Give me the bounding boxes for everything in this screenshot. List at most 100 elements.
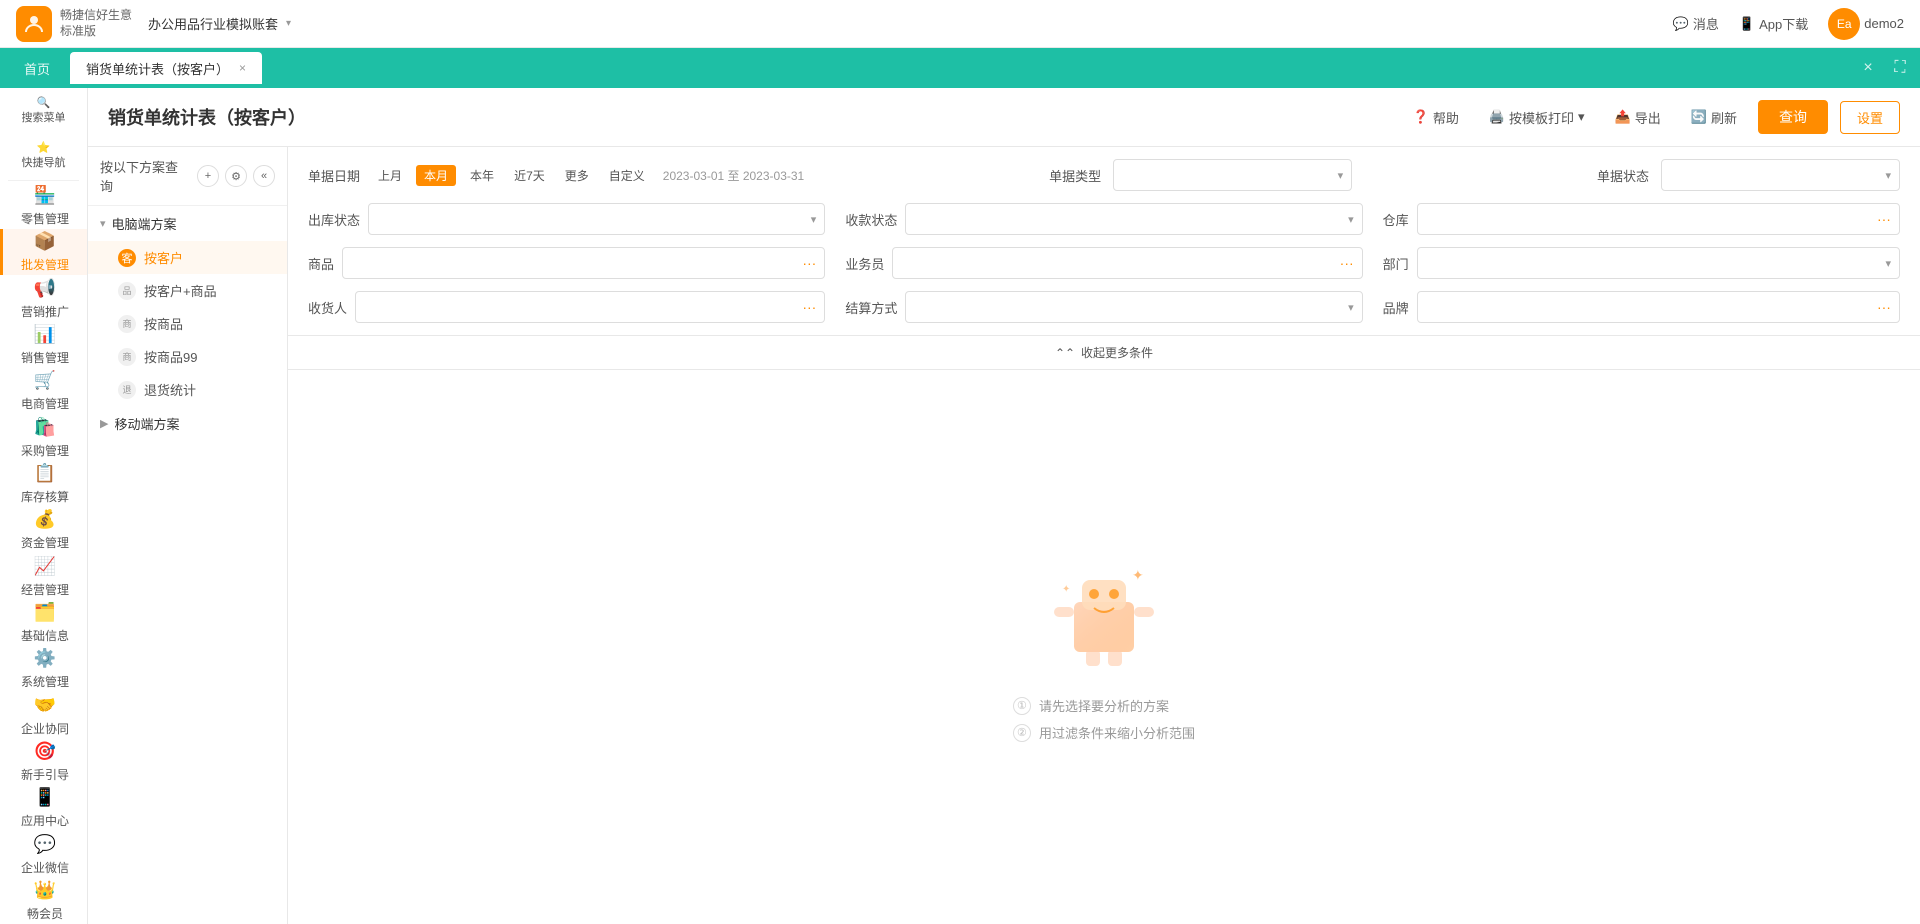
- scheme-header-icons: + ⚙ «: [197, 165, 275, 187]
- newguide-icon: 🎯: [34, 741, 56, 762]
- main-layout: 🔍 搜索菜单 ⭐ 快捷导航 🏪 零售管理 📦 批发管理 📢 营销推广 📊 销售管…: [0, 88, 1920, 924]
- app-download-btn[interactable]: 📱 App下载: [1739, 14, 1808, 33]
- payment-select[interactable]: ▾: [905, 291, 1362, 323]
- scheme-settings-btn[interactable]: ⚙: [225, 165, 247, 187]
- sidebar-item-corpwechat[interactable]: 💬 企业微信: [0, 831, 87, 877]
- date-7days-btn[interactable]: 近7天: [508, 165, 551, 186]
- page-title-row: 销货单统计表（按客户） ❓ 帮助 🖨️ 按模板打印 ▾ 📤 导出: [108, 100, 1900, 134]
- sidebar-item-finance[interactable]: 💰 资金管理: [0, 507, 87, 553]
- out-status-chevron: ▾: [811, 213, 817, 226]
- goods-ellipsis[interactable]: ···: [802, 255, 816, 271]
- warehouse-input[interactable]: ···: [1417, 203, 1900, 235]
- message-btn[interactable]: 💬 消息: [1673, 14, 1719, 33]
- receiver-label: 收货人: [308, 298, 347, 317]
- receiver-input[interactable]: ···: [355, 291, 825, 323]
- sidebar-item-cooperation[interactable]: 🤝 企业协同: [0, 692, 87, 738]
- return-stats-scheme-icon: 退: [118, 381, 136, 399]
- customer-scheme-icon: 客: [118, 249, 136, 267]
- refresh-btn[interactable]: 🔄 刷新: [1682, 103, 1746, 132]
- sidebar-item-sales[interactable]: 📊 销售管理: [0, 322, 87, 368]
- scheme-item-return-stats[interactable]: 退 退货统计: [88, 373, 287, 406]
- sidebar-item-appcenter[interactable]: 📱 应用中心: [0, 785, 87, 831]
- minimize-btn[interactable]: ×: [1856, 56, 1880, 80]
- date-more-btn[interactable]: 更多: [559, 165, 595, 186]
- export-btn[interactable]: 📤 导出: [1606, 103, 1670, 132]
- scheme-mobile-group-title[interactable]: ▶ 移动端方案: [88, 406, 287, 441]
- svg-text:✦: ✦: [1132, 567, 1144, 583]
- operation-icon: 📈: [34, 556, 56, 577]
- salesperson-input[interactable]: ···: [892, 247, 1362, 279]
- sidebar-item-basic[interactable]: 🗂️ 基础信息: [0, 600, 87, 646]
- date-current-year-btn[interactable]: 本年: [464, 165, 500, 186]
- brand-input[interactable]: ···: [1417, 291, 1900, 323]
- help-btn[interactable]: ❓ 帮助: [1404, 103, 1468, 132]
- tip-num-1: ①: [1013, 697, 1031, 715]
- export-icon: 📤: [1615, 109, 1631, 125]
- tab-active[interactable]: 销货单统计表（按客户） ×: [70, 52, 262, 84]
- marketing-icon: 📢: [34, 278, 56, 299]
- out-status-cell: 出库状态 ▾: [308, 203, 825, 235]
- sidebar-item-marketing[interactable]: 📢 营销推广: [0, 275, 87, 321]
- doc-status-chevron: ▾: [1885, 169, 1891, 182]
- system-name: 办公用品行业模拟账套: [148, 14, 278, 33]
- tab-bar: 首页 销货单统计表（按客户） × × ⛶: [0, 48, 1920, 88]
- filter-content-panel: 单据日期 上月 本月 本年 近7天 更多 自定义 2023-03-01 至 20…: [288, 147, 1920, 924]
- sidebar: 🔍 搜索菜单 ⭐ 快捷导航 🏪 零售管理 📦 批发管理 📢 营销推广 📊 销售管…: [0, 88, 88, 924]
- scheme-collapse-btn[interactable]: «: [253, 165, 275, 187]
- sidebar-item-system[interactable]: ⚙️ 系统管理: [0, 646, 87, 692]
- doc-status-label: 单据状态: [1597, 166, 1649, 185]
- system-dropdown-icon[interactable]: ▾: [286, 18, 291, 29]
- download-icon: 📱: [1739, 16, 1755, 32]
- maximize-btn[interactable]: ⛶: [1888, 56, 1912, 80]
- receipt-status-chevron: ▾: [1348, 213, 1354, 226]
- tab-close-btn[interactable]: ×: [239, 61, 246, 75]
- appcenter-icon: 📱: [34, 787, 56, 808]
- department-label: 部门: [1383, 254, 1409, 273]
- tab-home[interactable]: 首页: [8, 52, 66, 84]
- out-status-select[interactable]: ▾: [368, 203, 825, 235]
- print-btn[interactable]: 🖨️ 按模板打印 ▾: [1480, 103, 1594, 132]
- logo-area: 畅捷信好生意 标准版: [16, 6, 132, 42]
- sidebar-item-inventory[interactable]: 📋 库存核算: [0, 461, 87, 507]
- date-custom-btn[interactable]: 自定义: [603, 165, 651, 186]
- sidebar-item-purchase[interactable]: 🛍️ 采购管理: [0, 414, 87, 460]
- empty-tips: ① 请先选择要分析的方案 ② 用过滤条件来缩小分析范围: [1013, 696, 1195, 742]
- brand-ellipsis[interactable]: ···: [1877, 299, 1891, 315]
- date-prev-month-btn[interactable]: 上月: [372, 165, 408, 186]
- warehouse-ellipsis[interactable]: ···: [1877, 211, 1891, 227]
- sidebar-search[interactable]: 🔍 搜索菜单: [0, 88, 87, 133]
- sidebar-item-wholesale[interactable]: 📦 批发管理: [0, 229, 87, 275]
- basic-icon: 🗂️: [34, 602, 56, 623]
- scheme-item-by-customer[interactable]: 客 按客户: [88, 241, 287, 274]
- receiver-ellipsis[interactable]: ···: [802, 299, 816, 315]
- goods-label: 商品: [308, 254, 334, 273]
- salesperson-ellipsis[interactable]: ···: [1340, 255, 1354, 271]
- department-select[interactable]: ▾: [1417, 247, 1900, 279]
- out-status-label: 出库状态: [308, 210, 360, 229]
- scheme-item-customer-goods[interactable]: 品 按客户+商品: [88, 274, 287, 307]
- doc-status-select[interactable]: ▾: [1661, 159, 1900, 191]
- date-current-month-btn[interactable]: 本月: [416, 165, 456, 186]
- sidebar-nav[interactable]: ⭐ 快捷导航: [0, 133, 87, 178]
- doc-type-select[interactable]: ▾: [1113, 159, 1352, 191]
- receipt-status-select[interactable]: ▾: [905, 203, 1362, 235]
- scheme-desktop-group-title[interactable]: ▾ 电脑端方案: [88, 206, 287, 241]
- collapse-more-btn[interactable]: ⌃⌃ 收起更多条件: [288, 336, 1920, 370]
- scheme-item-by-goods[interactable]: 商 按商品: [88, 307, 287, 340]
- scheme-item-by-goods99[interactable]: 商 按商品99: [88, 340, 287, 373]
- scheme-add-btn[interactable]: +: [197, 165, 219, 187]
- sidebar-item-newguide[interactable]: 🎯 新手引导: [0, 739, 87, 785]
- sidebar-item-ecommerce[interactable]: 🛒 电商管理: [0, 368, 87, 414]
- settings-btn[interactable]: 设置: [1840, 101, 1900, 134]
- doc-type-chevron: ▾: [1338, 169, 1344, 182]
- sidebar-item-retail[interactable]: 🏪 零售管理: [0, 183, 87, 229]
- date-range-text: 2023-03-01 至 2023-03-31: [663, 167, 804, 184]
- sidebar-item-member[interactable]: 👑 畅会员: [0, 878, 87, 924]
- mobile-group-arrow: ▶: [100, 417, 108, 430]
- purchase-icon: 🛍️: [34, 417, 56, 438]
- user-menu-btn[interactable]: Ea demo2: [1828, 8, 1904, 40]
- sidebar-item-operation[interactable]: 📈 经营管理: [0, 553, 87, 599]
- query-btn[interactable]: 查询: [1758, 100, 1828, 134]
- header-center: 办公用品行业模拟账套 ▾: [132, 14, 1673, 33]
- goods-input[interactable]: ···: [342, 247, 825, 279]
